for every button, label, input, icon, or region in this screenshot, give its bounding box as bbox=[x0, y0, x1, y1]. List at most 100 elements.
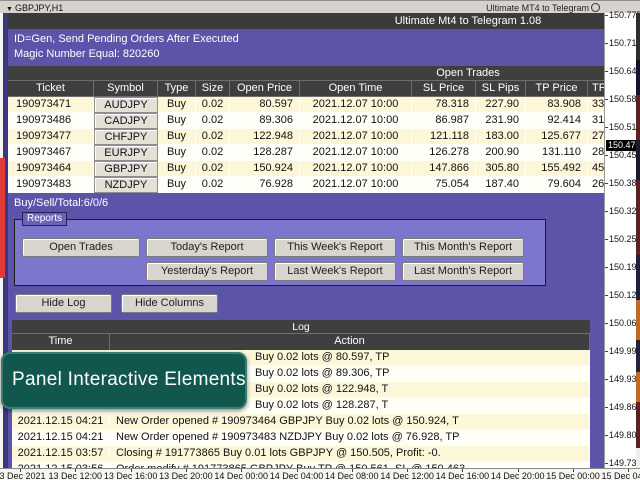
mt4-chart-window: ▼ GBPJPY,H1 Ultimate MT4 to Telegram 150.… bbox=[0, 0, 640, 480]
price-tick bbox=[605, 295, 608, 296]
col-header-sl-price: SL Price bbox=[412, 81, 476, 97]
cell-open-time: 2021.12.07 10:00 bbox=[300, 129, 412, 145]
chart-tab-bar: ▼ GBPJPY,H1 Ultimate MT4 to Telegram bbox=[0, 0, 640, 13]
col-header-symbol: Symbol bbox=[94, 81, 158, 97]
time-label: 13 Dec 2021 bbox=[0, 471, 46, 480]
cell-tp-pips: 27 bbox=[588, 129, 604, 145]
cell-sl-pips: 227.90 bbox=[476, 97, 526, 113]
edge-strip-segment bbox=[636, 60, 640, 95]
cell-type: Buy bbox=[158, 177, 196, 193]
cell-open-price: 150.924 bbox=[230, 161, 300, 177]
table-row: 190973483 NZDJPY Buy 0.02 76.928 2021.12.07 1… bbox=[8, 177, 604, 193]
col-header-type: Type bbox=[158, 81, 196, 97]
table-row: 190973486 CADJPY Buy 0.02 89.306 2021.12.07 1… bbox=[8, 113, 604, 129]
price-tick bbox=[605, 43, 608, 44]
cell-size: 0.02 bbox=[196, 97, 230, 113]
info-line-2: Magic Number Equal: 820260 bbox=[14, 48, 160, 60]
time-label: 14 Dec 16:00 bbox=[435, 471, 490, 480]
price-tick bbox=[605, 211, 608, 212]
log-row: 2021.12.15 04:21 New Order opened # 19097… bbox=[12, 430, 590, 446]
table-row: 190973477 CHFJPY Buy 0.02 122.948 2021.12.07 … bbox=[8, 129, 604, 145]
edge-strip-segment bbox=[636, 372, 640, 402]
indicator-name-label: Ultimate MT4 to Telegram bbox=[486, 3, 600, 13]
reports-groupbox-label: Reports bbox=[22, 212, 68, 226]
symbol-button[interactable]: AUDJPY bbox=[94, 97, 158, 113]
time-axis[interactable]: 13 Dec 202113 Dec 12:0013 Dec 16:0013 De… bbox=[0, 468, 640, 480]
edge-strip-segment bbox=[636, 140, 640, 180]
cell-type: Buy bbox=[158, 145, 196, 161]
hide-log-button[interactable]: Hide Log bbox=[15, 294, 112, 313]
report-button-yesterday-s-report[interactable]: Yesterday's Report bbox=[146, 262, 268, 281]
cell-ticket: 190973477 bbox=[8, 129, 94, 145]
edge-strip-segment bbox=[636, 448, 640, 468]
report-button-this-week-s-report[interactable]: This Week's Report bbox=[274, 238, 396, 257]
current-price-box: 150.470 bbox=[606, 140, 640, 151]
col-header-tp-price: TP Price bbox=[526, 81, 588, 97]
log-time-cell: 2021.12.15 04:21 bbox=[12, 414, 110, 430]
hide-columns-button[interactable]: Hide Columns bbox=[121, 294, 218, 313]
symbol-button[interactable]: NZDJPY bbox=[94, 177, 158, 193]
cell-tp-pips: 26 bbox=[588, 177, 604, 193]
time-label: 14 Dec 08:00 bbox=[325, 471, 379, 480]
log-time-cell: 2021.12.15 04:21 bbox=[12, 430, 110, 446]
col-header-size: Size bbox=[196, 81, 230, 97]
log-time-cell: 2021.12.15 03:57 bbox=[12, 446, 110, 462]
time-label: 14 Dec 04:00 bbox=[269, 471, 324, 480]
symbol-button[interactable]: CHFJPY bbox=[94, 129, 158, 145]
time-label: 13 Dec 16:00 bbox=[103, 471, 158, 480]
price-tick bbox=[605, 407, 608, 408]
time-label: 15 Dec 04:00 bbox=[601, 471, 640, 480]
symbol-button[interactable]: CADJPY bbox=[94, 113, 158, 129]
cell-sl-pips: 200.90 bbox=[476, 145, 526, 161]
price-tick bbox=[605, 267, 608, 268]
chart-tab-label: GBPJPY,H1 bbox=[14, 3, 64, 13]
cell-tp-pips: 31 bbox=[588, 113, 604, 129]
cell-ticket: 190973467 bbox=[8, 145, 94, 161]
price-tick bbox=[605, 155, 608, 156]
time-label: 14 Dec 20:00 bbox=[490, 471, 545, 480]
report-button-open-trades[interactable]: Open Trades bbox=[22, 238, 140, 257]
chart-tab-gbpjpy[interactable]: ▼ GBPJPY,H1 bbox=[6, 3, 63, 13]
cell-ticket: 190973464 bbox=[8, 161, 94, 177]
log-action-cell: New Order opened # 190973483 NZDJPY Buy … bbox=[110, 430, 590, 446]
cell-tp-pips: 28 bbox=[588, 145, 604, 161]
cell-sl-pips: 305.80 bbox=[476, 161, 526, 177]
cell-sl-price: 121.118 bbox=[412, 129, 476, 145]
cell-tp-price: 155.492 bbox=[526, 161, 588, 177]
report-button-this-month-s-report[interactable]: This Month's Report bbox=[402, 238, 524, 257]
symbol-button[interactable]: EURJPY bbox=[94, 145, 158, 161]
edge-strip-segment bbox=[636, 402, 640, 448]
edge-strip-segment bbox=[636, 255, 640, 300]
report-button-last-week-s-report[interactable]: Last Week's Report bbox=[274, 262, 396, 281]
cell-type: Buy bbox=[158, 161, 196, 177]
cell-tp-price: 92.414 bbox=[526, 113, 588, 129]
cell-open-time: 2021.12.07 10:00 bbox=[300, 97, 412, 113]
col-header-sl-pips: SL Pips bbox=[476, 81, 526, 97]
cell-tp-pips: 33 bbox=[588, 97, 604, 113]
cell-tp-price: 125.677 bbox=[526, 129, 588, 145]
panel-title-bar: Ultimate Mt4 to Telegram 1.08 bbox=[8, 13, 604, 29]
panel-info-text: ID=Gen, Send Pending Orders After Execut… bbox=[14, 32, 239, 62]
window-edge-strip bbox=[636, 13, 640, 468]
price-tick bbox=[605, 463, 608, 464]
open-trades-body: 190973471 AUDJPY Buy 0.02 80.597 2021.12.07 1… bbox=[8, 97, 604, 193]
cell-ticket: 190973471 bbox=[8, 97, 94, 113]
chevron-down-icon: ▼ bbox=[6, 6, 13, 13]
price-axis[interactable]: 150.775 150.710 150.645 150.580 150.515 150.4… bbox=[604, 10, 640, 468]
chart-red-line-marker bbox=[0, 158, 5, 278]
cell-sl-pips: 183.00 bbox=[476, 129, 526, 145]
price-tick bbox=[605, 323, 608, 324]
symbol-button[interactable]: GBPJPY bbox=[94, 161, 158, 177]
price-tick bbox=[605, 183, 608, 184]
report-button-last-month-s-report[interactable]: Last Month's Report bbox=[402, 262, 524, 281]
report-button-today-s-report[interactable]: Today's Report bbox=[146, 238, 268, 257]
log-col-header-time: Time bbox=[12, 334, 110, 350]
edge-strip-segment bbox=[636, 340, 640, 372]
log-row: 2021.12.15 03:57 Closing # 191773865 Buy … bbox=[12, 446, 590, 462]
cell-open-time: 2021.12.07 10:00 bbox=[300, 177, 412, 193]
cell-size: 0.02 bbox=[196, 177, 230, 193]
cell-type: Buy bbox=[158, 113, 196, 129]
edge-strip-segment bbox=[636, 300, 640, 340]
cell-open-price: 128.287 bbox=[230, 145, 300, 161]
cell-sl-price: 75.054 bbox=[412, 177, 476, 193]
